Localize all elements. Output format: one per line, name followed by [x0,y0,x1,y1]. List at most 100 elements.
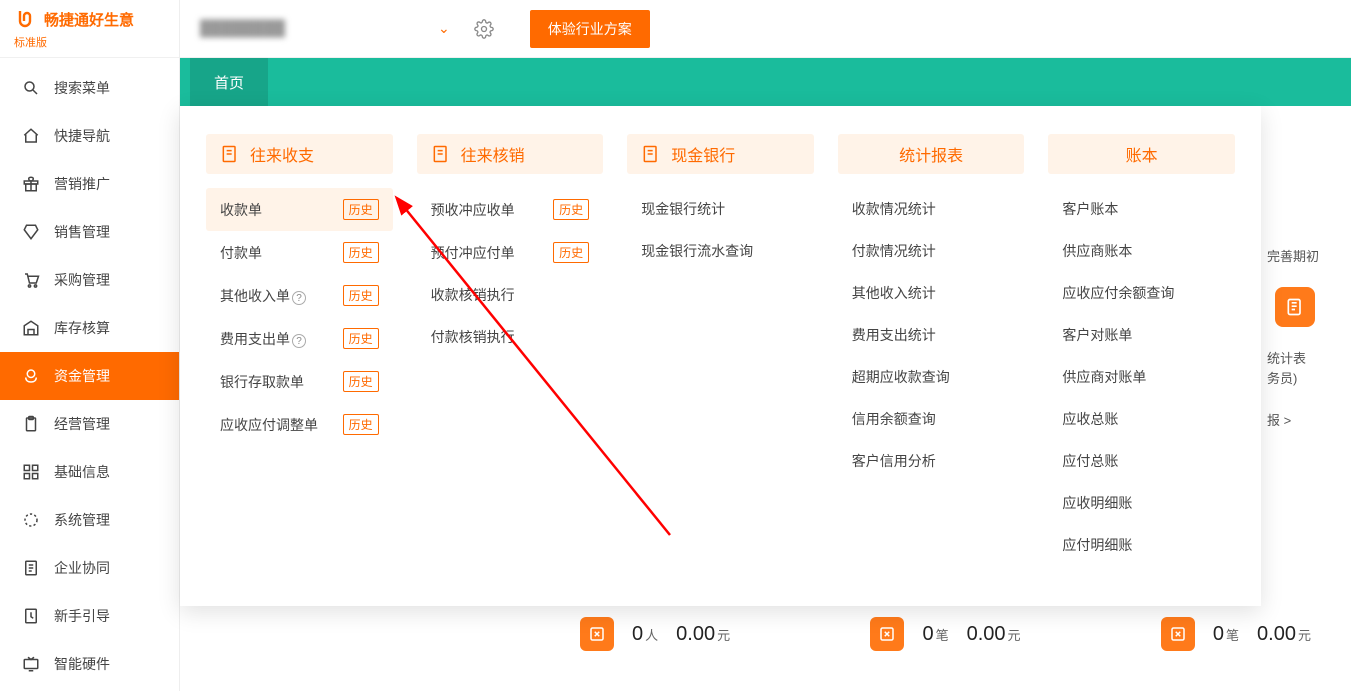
history-badge[interactable]: 历史 [343,285,379,306]
mega-menu-item[interactable]: 应付总账 [1048,440,1235,482]
sidebar-item-home[interactable]: 快捷导航 [0,112,179,160]
mega-item-label: 付款核销执行 [431,327,515,347]
history-badge[interactable]: 历史 [553,242,589,263]
mega-item-label: 收款情况统计 [852,199,936,219]
mega-menu-item[interactable]: 供应商对账单 [1048,356,1235,398]
sidebar-item-label: 系统管理 [54,510,110,530]
history-badge[interactable]: 历史 [343,199,379,220]
org-selector-label[interactable]: ████████ [200,20,420,37]
mega-column-header: 往来收支 [206,134,393,174]
mega-menu-item[interactable]: 付款单历史 [206,231,393,274]
mega-column-header: 往来核销 [417,134,604,174]
mega-item-label: 供应商对账单 [1062,367,1146,387]
stat-value: 0 [922,623,933,645]
sidebar-item-label: 销售管理 [54,222,110,242]
mega-item-label: 客户信用分析 [852,451,936,471]
history-badge[interactable]: 历史 [343,414,379,435]
mega-menu-item[interactable]: 费用支出单? 历史 [206,317,393,360]
sidebar-item-money[interactable]: 资金管理 [0,352,179,400]
mega-menu-item[interactable]: 现金银行统计 [627,188,814,230]
hint-text: 完善期初 [1267,246,1319,265]
mega-item-label: 其他收入统计 [852,283,936,303]
mega-column-title: 现金银行 [671,142,735,166]
mega-item-label: 应付明细账 [1062,535,1132,555]
mega-menu-item[interactable]: 收款单历史 [206,188,393,231]
mega-item-label: 费用支出单? [220,329,306,349]
chevron-down-icon[interactable]: ⌄ [432,20,456,37]
sidebar-item-doc[interactable]: 企业协同 [0,544,179,592]
mega-menu-item[interactable]: 预付冲应付单历史 [417,231,604,274]
sidebar-item-label: 资金管理 [54,366,110,386]
help-icon[interactable]: ? [292,334,306,348]
sidebar-item-gear-dashed[interactable]: 系统管理 [0,496,179,544]
mega-item-label: 超期应收款查询 [852,367,950,387]
mega-item-label: 应付总账 [1062,451,1118,471]
gear-icon[interactable] [474,19,494,39]
sidebar-item-warehouse[interactable]: 库存核算 [0,304,179,352]
mega-menu-item[interactable]: 应收应付余额查询 [1048,272,1235,314]
mega-item-label: 收款核销执行 [431,285,515,305]
mega-item-label: 客户账本 [1062,199,1118,219]
panel-icon[interactable] [1275,287,1315,327]
history-badge[interactable]: 历史 [553,199,589,220]
mega-menu-item[interactable]: 其他收入单? 历史 [206,274,393,317]
sidebar-item-tv[interactable]: 智能硬件 [0,640,179,688]
stat-value: 0 [1213,623,1224,645]
sidebar-item-gift[interactable]: 营销推广 [0,160,179,208]
mega-menu-item[interactable]: 费用支出统计 [838,314,1025,356]
sidebar-item-clipboard[interactable]: 经营管理 [0,400,179,448]
sidebar-item-grid[interactable]: 基础信息 [0,448,179,496]
sidebar-item-guide[interactable]: 新手引导 [0,592,179,640]
mega-menu-item[interactable]: 客户账本 [1048,188,1235,230]
sidebar-item-label: 企业协同 [54,558,110,578]
stat-icon [870,617,904,651]
mega-menu-item[interactable]: 超期应收款查询 [838,356,1025,398]
mega-column-header: 账本 [1048,134,1235,174]
help-icon[interactable]: ? [292,291,306,305]
mega-menu-item[interactable]: 收款情况统计 [838,188,1025,230]
sidebar-item-search[interactable]: 搜索菜单 [0,64,179,112]
stat-currency: 元 [1008,628,1021,643]
sidebar-item-label: 库存核算 [54,318,110,338]
mega-menu-item[interactable]: 信用余额查询 [838,398,1025,440]
topbar: ████████ ⌄ 体验行业方案 [180,0,1351,58]
mega-menu-item[interactable]: 客户信用分析 [838,440,1025,482]
mega-item-label: 应收明细账 [1062,493,1132,513]
mega-menu-item[interactable]: 其他收入统计 [838,272,1025,314]
tab-home[interactable]: 首页 [190,58,268,106]
mega-menu-item[interactable]: 供应商账本 [1048,230,1235,272]
mega-item-label: 其他收入单? [220,286,306,306]
mega-menu-item[interactable]: 付款核销执行 [417,316,604,358]
history-badge[interactable]: 历史 [343,371,379,392]
warehouse-icon [22,319,40,337]
history-badge[interactable]: 历史 [343,328,379,349]
cart-icon [22,271,40,289]
mega-menu-item[interactable]: 预收冲应收单 历史 [417,188,604,231]
mega-menu-item[interactable]: 应收应付调整单历史 [206,403,393,446]
history-badge[interactable]: 历史 [343,242,379,263]
mega-menu-item[interactable]: 收款核销执行 [417,274,604,316]
mega-item-label: 现金银行流水查询 [641,241,753,261]
mega-menu-item[interactable]: 应付明细账 [1048,524,1235,566]
mega-item-label: 客户对账单 [1062,325,1132,345]
mega-menu-item[interactable]: 应收总账 [1048,398,1235,440]
sidebar-item-label: 智能硬件 [54,654,110,674]
mega-menu: 往来收支收款单历史付款单历史其他收入单?历史费用支出单?历史银行存取款单历史应收… [180,106,1261,606]
hint-text[interactable]: 报 > [1267,410,1291,429]
mega-item-label: 银行存取款单 [220,372,304,392]
mega-item-label: 费用支出统计 [852,325,936,345]
sidebar-item-cart[interactable]: 采购管理 [0,256,179,304]
mega-item-label: 预收冲应收单 [431,200,515,220]
stat-amount: 0.00 [1257,623,1296,645]
sidebar-item-label: 营销推广 [54,174,110,194]
mega-menu-item[interactable]: 现金银行流水查询 [627,230,814,272]
mega-menu-item[interactable]: 客户对账单 [1048,314,1235,356]
sidebar-item-diamond[interactable]: 销售管理 [0,208,179,256]
industry-plan-button[interactable]: 体验行业方案 [530,10,650,48]
mega-menu-item[interactable]: 付款情况统计 [838,230,1025,272]
stat-card: 0笔0.00元 [1161,617,1311,651]
mega-menu-item[interactable]: 银行存取款单 历史 [206,360,393,403]
mega-menu-item[interactable]: 应收明细账 [1048,482,1235,524]
stat-amount: 0.00 [676,623,715,645]
sidebar-item-label: 经营管理 [54,414,110,434]
